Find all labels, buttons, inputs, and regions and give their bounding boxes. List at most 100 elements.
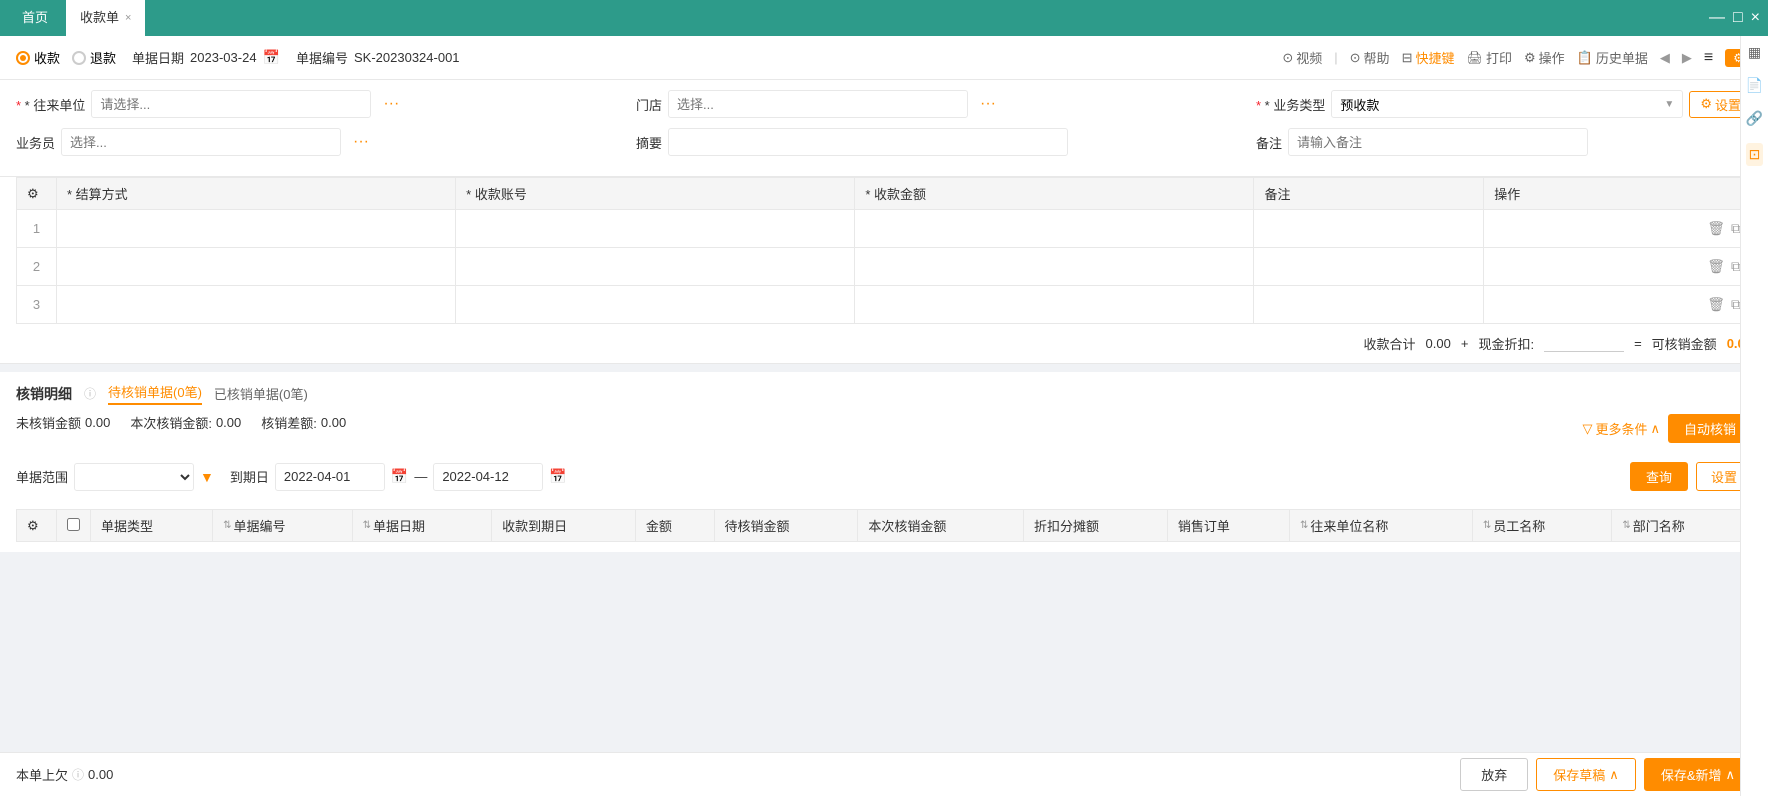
radio-dot-collection bbox=[16, 51, 30, 65]
due-date-from-calendar-icon[interactable]: 📅 bbox=[391, 468, 408, 485]
biz-type-field: * 业务类型 预收款 ▼ ⚙ 设置 bbox=[1256, 90, 1752, 118]
radio-collection[interactable]: 收款 bbox=[16, 48, 60, 67]
row2-account[interactable] bbox=[456, 248, 855, 286]
shortcut-btn[interactable]: ⊟ 快捷键 bbox=[1402, 48, 1455, 67]
plus-sign: + bbox=[1461, 336, 1469, 351]
row3-amount[interactable] bbox=[855, 286, 1254, 324]
biz-type-label: * 业务类型 bbox=[1256, 95, 1325, 114]
range-select[interactable] bbox=[74, 463, 194, 491]
query-btn[interactable]: 查询 bbox=[1630, 462, 1688, 491]
select-all-checkbox[interactable] bbox=[67, 518, 80, 531]
toolbar: 收款 退款 单据日期 2023-03-24 📅 单据编号 SK-20230324… bbox=[0, 36, 1768, 80]
calendar-icon[interactable]: 📅 bbox=[263, 49, 280, 66]
save-new-btn[interactable]: 保存&新增 ∧ bbox=[1644, 758, 1752, 791]
row2-delete-icon[interactable]: 🗑 bbox=[1707, 258, 1725, 275]
salesperson-more-icon[interactable]: ··· bbox=[347, 133, 375, 151]
recon-tab2[interactable]: 已核销单据(0笔) bbox=[214, 384, 308, 403]
discount-input[interactable] bbox=[1544, 336, 1624, 352]
sub-col-setting[interactable]: ⚙ bbox=[17, 510, 57, 542]
due-date-field: 到期日 📅 — 📅 bbox=[230, 463, 567, 491]
from-unit-more-icon[interactable]: ··· bbox=[377, 95, 405, 113]
diff-value: 0.00 bbox=[321, 415, 346, 430]
row3-settlement[interactable] bbox=[57, 286, 456, 324]
sort-icon-10: ⇅ bbox=[1300, 520, 1308, 531]
history-label: 历史单据 bbox=[1596, 48, 1648, 67]
row1-amount[interactable] bbox=[855, 210, 1254, 248]
sort-icon-2: ⇅ bbox=[223, 520, 231, 531]
sub-col-checkbox[interactable] bbox=[57, 510, 91, 542]
remark-input[interactable] bbox=[1288, 128, 1588, 156]
recon-tab1[interactable]: 待核销单据(0笔) bbox=[108, 382, 202, 405]
sidebar-table-icon[interactable]: ▦ bbox=[1748, 44, 1761, 61]
due-date-to-input[interactable] bbox=[433, 463, 543, 491]
bottom-info-icon[interactable]: ⓘ bbox=[72, 766, 84, 783]
window-maximize-icon[interactable]: □ bbox=[1733, 9, 1743, 27]
radio-refund[interactable]: 退款 bbox=[72, 48, 116, 67]
recon-info-icon[interactable]: ⓘ bbox=[84, 385, 96, 402]
row2-remark[interactable] bbox=[1254, 248, 1484, 286]
total-value: 0.00 bbox=[1426, 336, 1451, 351]
range-label: 单据范围 bbox=[16, 467, 68, 486]
sub-col2-label: 单据编号 bbox=[234, 516, 286, 535]
radio-dot-refund bbox=[72, 51, 86, 65]
help-btn[interactable]: ⊙ 帮助 bbox=[1350, 48, 1390, 67]
row1-remark[interactable] bbox=[1254, 210, 1484, 248]
nav-next-icon[interactable]: ▶ bbox=[1682, 50, 1692, 66]
row3-delete-icon[interactable]: 🗑 bbox=[1707, 296, 1725, 313]
print-btn[interactable]: 🖨 打印 bbox=[1466, 48, 1512, 67]
from-unit-input[interactable] bbox=[91, 90, 371, 118]
col-setting-header[interactable]: ⚙ bbox=[17, 178, 57, 210]
window-close-icon[interactable]: × bbox=[1751, 9, 1760, 27]
bottom-label: 本单上欠 bbox=[16, 765, 68, 784]
row1-settlement[interactable] bbox=[57, 210, 456, 248]
salesperson-input[interactable] bbox=[61, 128, 341, 156]
video-btn[interactable]: ⊙ 视频 bbox=[1282, 48, 1322, 67]
layout-icon[interactable]: ≡ bbox=[1704, 49, 1713, 67]
unchecked-label: 未核销金额 bbox=[16, 413, 81, 432]
sidebar-active-icon[interactable]: ⊡ bbox=[1746, 143, 1764, 166]
range-dropdown-icon[interactable]: ▼ bbox=[200, 469, 214, 485]
sidebar-doc-icon[interactable]: 📄 bbox=[1746, 77, 1763, 94]
save-draft-arrow-icon[interactable]: ∧ bbox=[1609, 767, 1619, 783]
window-minimize-icon[interactable]: — bbox=[1709, 9, 1725, 27]
save-new-label: 保存&新增 bbox=[1661, 765, 1722, 784]
bottom-bar: 本单上欠 ⓘ 0.00 放弃 保存草稿 ∧ 保存&新增 ∧ bbox=[0, 752, 1768, 796]
operation-btn[interactable]: ⚙ 操作 bbox=[1524, 48, 1565, 67]
nav-prev-icon[interactable]: ◀ bbox=[1660, 50, 1670, 66]
biz-type-dropdown[interactable]: 预收款 ▼ bbox=[1331, 90, 1683, 118]
row3-op: 🗑 ⧉ bbox=[1484, 286, 1752, 324]
store-input[interactable] bbox=[668, 90, 968, 118]
save-draft-btn[interactable]: 保存草稿 ∧ bbox=[1536, 758, 1636, 791]
due-date-label: 到期日 bbox=[230, 467, 269, 486]
row1-delete-icon[interactable]: 🗑 bbox=[1707, 220, 1725, 237]
store-more-icon[interactable]: ··· bbox=[974, 95, 1002, 113]
sidebar-link-icon[interactable]: 🔗 bbox=[1746, 110, 1763, 127]
due-date-to-calendar-icon[interactable]: 📅 bbox=[549, 468, 566, 485]
sub-col8-header: 折扣分摊额 bbox=[1023, 510, 1167, 542]
save-new-arrow-icon[interactable]: ∧ bbox=[1725, 767, 1735, 783]
doc-no-label: 单据编号 bbox=[296, 48, 348, 67]
row2-settlement[interactable] bbox=[57, 248, 456, 286]
due-date-from-input[interactable] bbox=[275, 463, 385, 491]
sort-icon-11: ⇅ bbox=[1483, 520, 1491, 531]
history-btn[interactable]: 📋 历史单据 bbox=[1577, 48, 1648, 67]
sub-col5-header: 金额 bbox=[635, 510, 714, 542]
unchecked-stat: 未核销金额 0.00 bbox=[16, 413, 110, 432]
row-num-3: 3 bbox=[17, 286, 57, 324]
tab-active[interactable]: 收款单 × bbox=[66, 0, 145, 36]
sub-col5-label: 金额 bbox=[646, 516, 672, 535]
table-setting-icon[interactable]: ⚙ bbox=[27, 186, 39, 201]
tab-close-icon[interactable]: × bbox=[125, 0, 131, 36]
row3-account[interactable] bbox=[456, 286, 855, 324]
more-conditions-btn[interactable]: ▽ 更多条件 ∧ bbox=[1582, 419, 1660, 438]
row3-remark[interactable] bbox=[1254, 286, 1484, 324]
sort-icon-12: ⇅ bbox=[1622, 520, 1630, 531]
tab-home[interactable]: 首页 bbox=[8, 0, 62, 36]
sub-setting-icon[interactable]: ⚙ bbox=[27, 518, 39, 533]
row1-account[interactable] bbox=[456, 210, 855, 248]
summary-input[interactable] bbox=[668, 128, 1068, 156]
abandon-btn[interactable]: 放弃 bbox=[1460, 758, 1528, 791]
from-unit-label: * 往来单位 bbox=[16, 95, 85, 114]
row2-amount[interactable] bbox=[855, 248, 1254, 286]
doc-date-value[interactable]: 2023-03-24 bbox=[190, 50, 257, 65]
